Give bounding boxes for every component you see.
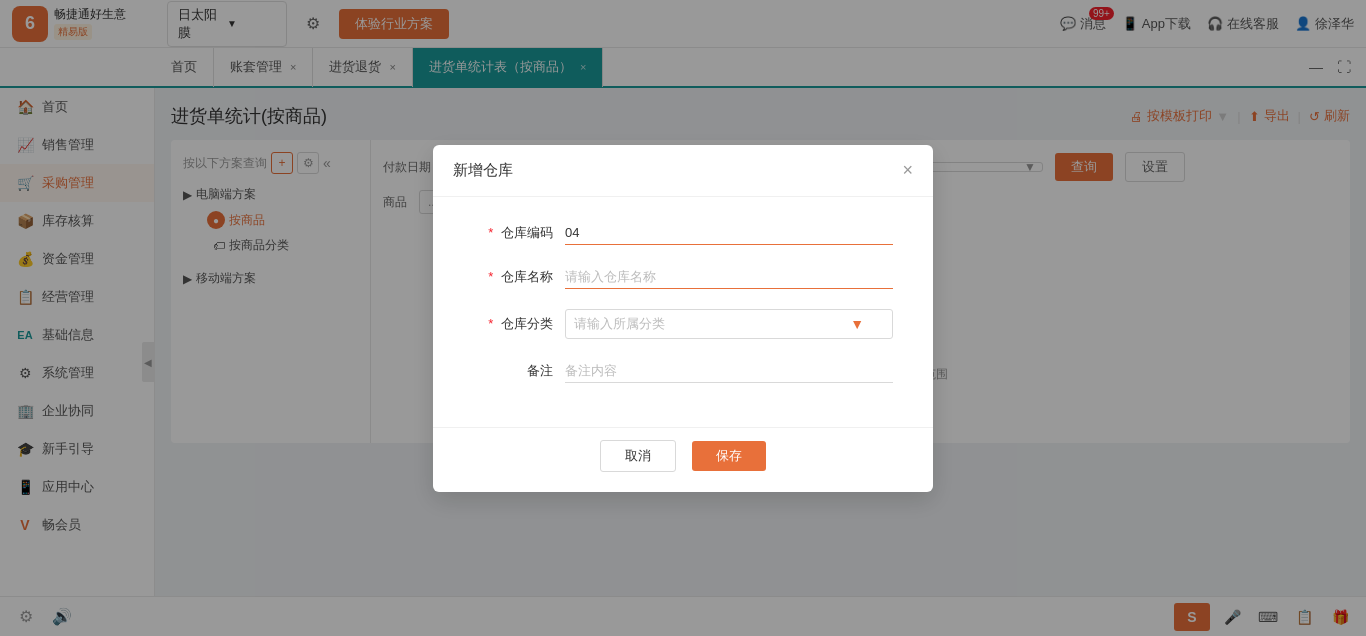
modal-body: * 仓库编码 * 仓库名称 * 仓库分类 请输入所属 (433, 197, 933, 427)
category-label: * 仓库分类 (473, 315, 553, 333)
modal-footer: 取消 保存 (433, 427, 933, 492)
modal-header: 新增仓库 × (433, 145, 933, 197)
modal-title: 新增仓库 (453, 161, 513, 180)
category-select[interactable]: 请输入所属分类 ▼ (565, 309, 893, 339)
form-row-name: * 仓库名称 (473, 265, 893, 289)
save-button[interactable]: 保存 (692, 441, 766, 471)
remark-label: 备注 (473, 362, 553, 380)
form-row-remark: 备注 (473, 359, 893, 383)
name-input[interactable] (565, 265, 893, 289)
cancel-button[interactable]: 取消 (600, 440, 676, 472)
category-placeholder: 请输入所属分类 (574, 315, 665, 333)
modal-overlay: 新增仓库 × * 仓库编码 * 仓库名称 (0, 0, 1366, 636)
name-label: * 仓库名称 (473, 268, 553, 286)
code-label: * 仓库编码 (473, 224, 553, 242)
modal-close-button[interactable]: × (902, 161, 913, 179)
new-warehouse-modal: 新增仓库 × * 仓库编码 * 仓库名称 (433, 145, 933, 492)
remark-input[interactable] (565, 359, 893, 383)
form-row-code: * 仓库编码 (473, 221, 893, 245)
category-arrow-icon: ▼ (850, 316, 864, 332)
code-input[interactable] (565, 221, 893, 245)
form-row-category: * 仓库分类 请输入所属分类 ▼ (473, 309, 893, 339)
